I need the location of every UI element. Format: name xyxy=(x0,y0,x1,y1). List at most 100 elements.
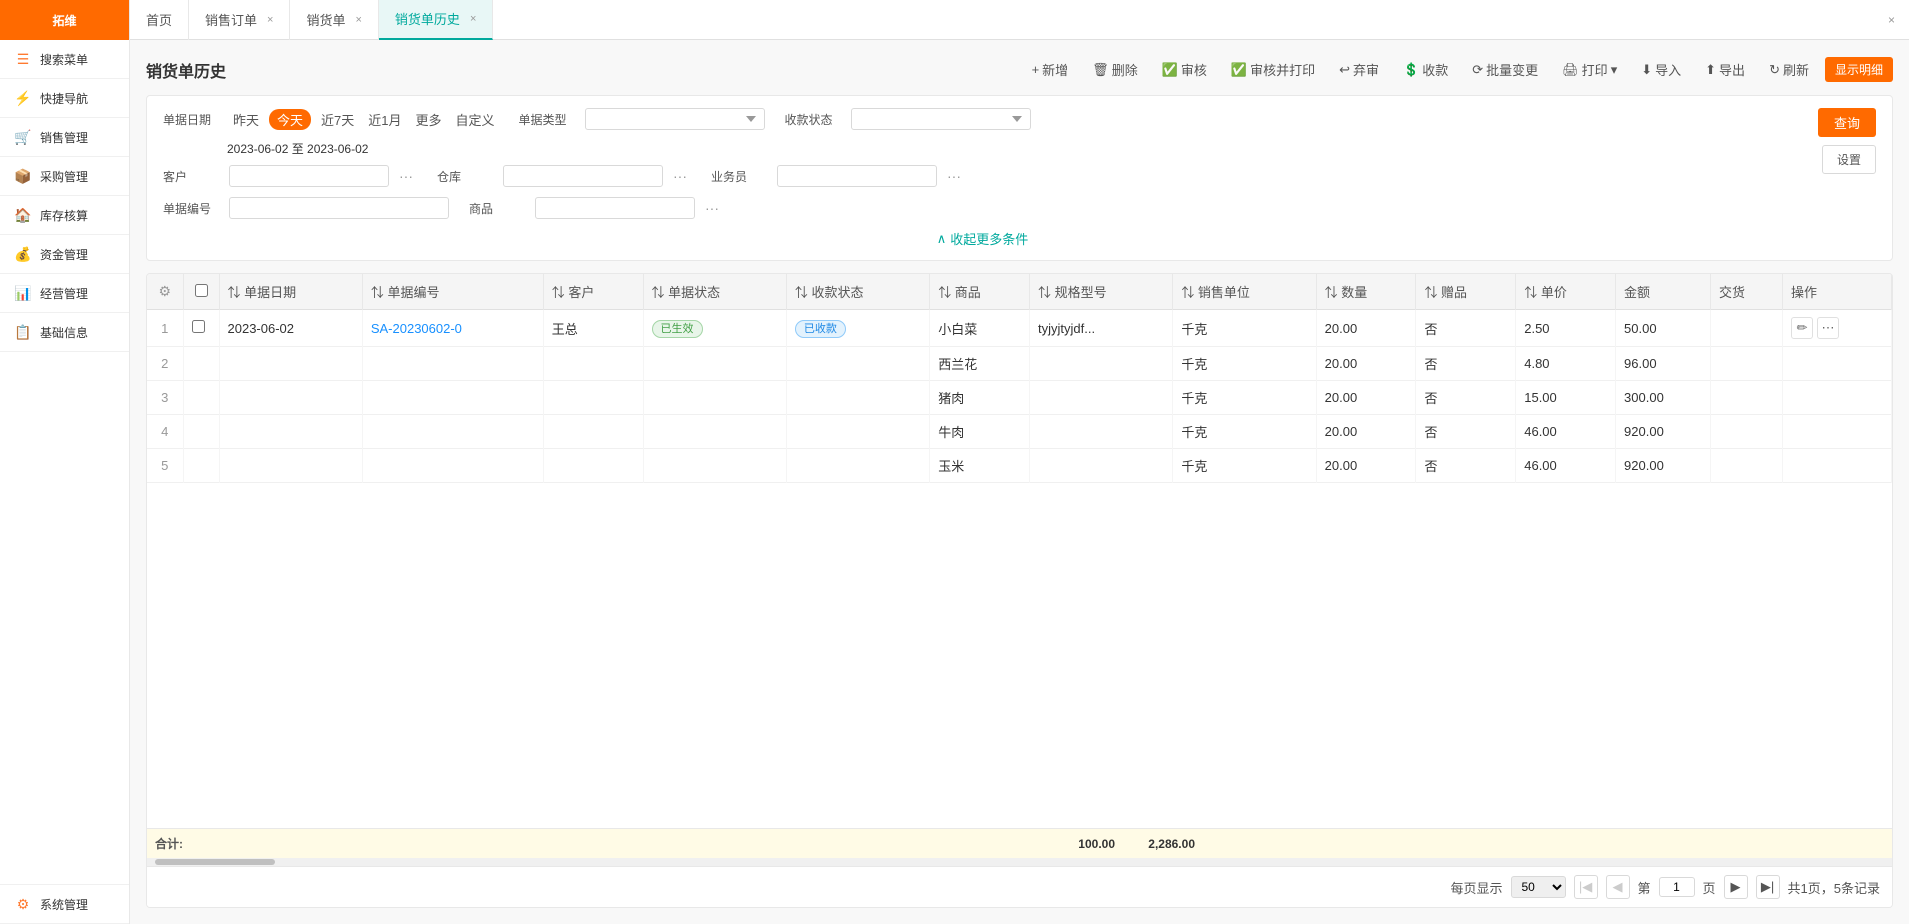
row-pay-status xyxy=(786,415,929,449)
import-button[interactable]: ⬇ 导入 xyxy=(1633,56,1689,83)
tab-sales-delivery[interactable]: 销货单 × xyxy=(290,0,378,40)
collapse-button[interactable]: ∧ 收起更多条件 xyxy=(163,229,1802,248)
row-gift: 否 xyxy=(1416,449,1516,483)
row-doc-no xyxy=(362,449,543,483)
goods-picker[interactable]: ··· xyxy=(701,200,723,216)
sidebar-item-quick-nav[interactable]: ⚡ 快捷导航 xyxy=(0,79,129,118)
display-details-button[interactable]: 显示明细 xyxy=(1825,57,1893,82)
horizontal-scrollbar[interactable] xyxy=(147,858,1892,866)
approve-button[interactable]: ✅ 审核 xyxy=(1154,56,1215,83)
page-number-input[interactable] xyxy=(1659,877,1695,897)
tab-sales-history-close[interactable]: × xyxy=(470,13,476,25)
tab-sales-order[interactable]: 销售订单 × xyxy=(189,0,290,40)
batch-change-button[interactable]: ⟳ 批量变更 xyxy=(1464,56,1546,83)
sidebar-item-label: 搜索菜单 xyxy=(40,51,88,68)
tab-sales-delivery-close[interactable]: × xyxy=(355,14,361,26)
filter-staff: 业务员 ··· xyxy=(711,165,965,187)
customer-input[interactable] xyxy=(229,165,389,187)
quick-nav-icon: ⚡ xyxy=(14,89,32,107)
date-tab-7days[interactable]: 近7天 xyxy=(317,109,358,130)
qty-sort[interactable]: ⇅ 数量 xyxy=(1325,282,1408,301)
warehouse-input[interactable] xyxy=(503,165,663,187)
goods-input[interactable] xyxy=(535,197,695,219)
pay-status-sort[interactable]: ⇅ 收款状态 xyxy=(795,282,921,301)
per-page-select[interactable]: 50 100 200 xyxy=(1511,876,1566,898)
first-page-button[interactable]: |◀ xyxy=(1574,875,1598,899)
date-tab-custom[interactable]: 自定义 xyxy=(452,109,499,130)
col-price: ⇅ 单价 xyxy=(1516,274,1616,310)
collect-button[interactable]: 💲 收款 xyxy=(1395,56,1456,83)
next-page-button[interactable]: ▶ xyxy=(1724,875,1748,899)
discard-button[interactable]: ↩ 弃审 xyxy=(1331,56,1387,83)
more-button[interactable]: ⋯ xyxy=(1817,317,1839,339)
date-tab-today[interactable]: 今天 xyxy=(269,109,311,130)
filter-actions: 查询 设置 xyxy=(1818,108,1876,174)
approve-print-icon: ✅ xyxy=(1231,62,1247,78)
table-settings-icon[interactable]: ⚙ xyxy=(158,283,171,299)
export-button[interactable]: ⬆ 导出 xyxy=(1697,56,1753,83)
date-sort[interactable]: ⇅ 单据日期 xyxy=(228,282,354,301)
date-tab-more[interactable]: 更多 xyxy=(412,109,446,130)
unit-sort[interactable]: ⇅ 销售单位 xyxy=(1181,282,1307,301)
edit-button[interactable]: ✏ xyxy=(1791,317,1813,339)
date-tab-yesterday[interactable]: 昨天 xyxy=(229,109,263,130)
date-tab-1month[interactable]: 近1月 xyxy=(364,109,405,130)
chevron-up-icon: ∧ xyxy=(937,231,947,247)
filter-pay-status: 收款状态 xyxy=(785,108,1031,130)
row-transaction xyxy=(1711,449,1783,483)
goods-sort[interactable]: ⇅ 商品 xyxy=(938,282,1021,301)
page-label-2: 页 xyxy=(1703,878,1716,897)
sidebar-item-search-menu[interactable]: ☰ 搜索菜单 xyxy=(0,40,129,79)
doc-no-input[interactable] xyxy=(229,197,449,219)
tab-sales-order-close[interactable]: × xyxy=(267,14,273,26)
price-sort[interactable]: ⇅ 单价 xyxy=(1524,282,1607,301)
gift-sort[interactable]: ⇅ 赠品 xyxy=(1424,282,1507,301)
row-spec xyxy=(1029,449,1172,483)
close-all-tabs[interactable]: × xyxy=(1874,13,1909,27)
tab-sales-history[interactable]: 销货单历史 × xyxy=(379,0,493,40)
sidebar-item-purchase-mgmt[interactable]: 📦 采购管理 xyxy=(0,157,129,196)
spec-sort[interactable]: ⇅ 规格型号 xyxy=(1038,282,1164,301)
staff-picker[interactable]: ··· xyxy=(943,168,965,184)
row-num: 4 xyxy=(147,415,183,449)
staff-input[interactable] xyxy=(777,165,937,187)
add-button[interactable]: + 新增 xyxy=(1024,56,1077,83)
customer-sort[interactable]: ⇅ 客户 xyxy=(552,282,635,301)
row-checkbox[interactable] xyxy=(192,320,205,333)
total-pages-label: 共1页，5条记录 xyxy=(1788,878,1880,897)
sidebar-item-finance-mgmt[interactable]: 💰 资金管理 xyxy=(0,235,129,274)
page-title: 销货单历史 xyxy=(146,58,226,82)
refresh-button[interactable]: ↻ 刷新 xyxy=(1761,56,1817,83)
row-price: 2.50 xyxy=(1516,310,1616,347)
row-transaction xyxy=(1711,310,1783,347)
pay-status-label: 收款状态 xyxy=(785,111,845,128)
row-gift: 否 xyxy=(1416,347,1516,381)
delete-button[interactable]: 🗑 删除 xyxy=(1084,56,1146,83)
sidebar-item-sales-mgmt[interactable]: 🛒 销售管理 xyxy=(0,118,129,157)
prev-page-button[interactable]: ◀ xyxy=(1606,875,1630,899)
doc-no-sort[interactable]: ⇅ 单据编号 xyxy=(371,282,535,301)
warehouse-picker[interactable]: ··· xyxy=(669,168,691,184)
export-label: 导出 xyxy=(1719,60,1745,79)
doc-status-sort[interactable]: ⇅ 单据状态 xyxy=(652,282,778,301)
sidebar-item-sys-mgmt[interactable]: ⚙ 系统管理 xyxy=(0,884,129,924)
sys-mgmt-icon: ⚙ xyxy=(14,895,32,913)
select-all-checkbox[interactable] xyxy=(195,284,208,297)
tab-home[interactable]: 首页 xyxy=(130,0,189,40)
row-doc-status xyxy=(643,415,786,449)
scroll-thumb[interactable] xyxy=(155,859,275,865)
sidebar-item-operations-mgmt[interactable]: 📊 经营管理 xyxy=(0,274,129,313)
pay-status-select[interactable] xyxy=(851,108,1031,130)
setting-button[interactable]: 设置 xyxy=(1822,145,1876,174)
query-button[interactable]: 查询 xyxy=(1818,108,1876,137)
row-customer xyxy=(543,449,643,483)
doc-type-select[interactable] xyxy=(585,108,765,130)
doc-no-link[interactable]: SA-20230602-0 xyxy=(371,321,462,336)
approve-print-button[interactable]: ✅ 审核并打印 xyxy=(1223,56,1323,83)
print-icon: 🖨 xyxy=(1562,62,1579,78)
customer-picker[interactable]: ··· xyxy=(395,168,417,184)
print-button[interactable]: 🖨 打印 ▾ xyxy=(1554,56,1625,83)
sidebar-item-basic-info[interactable]: 📋 基础信息 xyxy=(0,313,129,352)
sidebar-item-inventory[interactable]: 🏠 库存核算 xyxy=(0,196,129,235)
last-page-button[interactable]: ▶| xyxy=(1756,875,1780,899)
